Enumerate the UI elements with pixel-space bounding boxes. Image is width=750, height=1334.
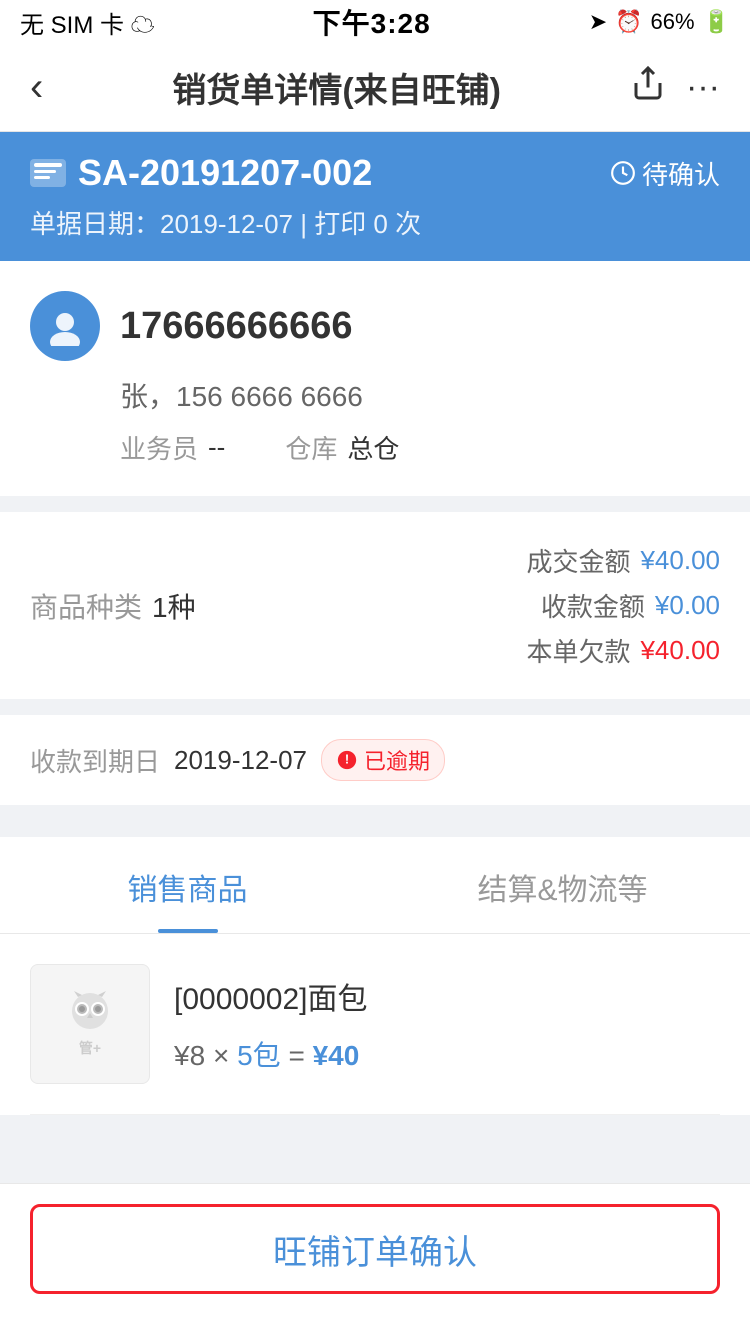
- overdue-text: 已逾期: [364, 744, 430, 776]
- page-title: 销货单详情(来自旺铺): [43, 63, 630, 112]
- customer-meta: 业务员 -- 仓库 总仓: [120, 429, 720, 466]
- transaction-amount-label: 成交金额: [526, 542, 630, 579]
- bottom-bar: 旺铺订单确认: [0, 1183, 750, 1334]
- product-types-value: 1种: [152, 586, 196, 626]
- product-total: ¥40: [313, 1040, 360, 1071]
- customer-phone: 17666666666: [120, 305, 352, 348]
- tab-bar: 销售商品 结算&物流等: [0, 837, 750, 934]
- order-header-banner: SA-20191207-002 待确认 单据日期：2019-12-07 | 打印…: [0, 132, 750, 261]
- transaction-amount-value: ¥40.00: [640, 545, 720, 576]
- divider-2: [0, 699, 750, 715]
- equals-icon: =: [288, 1040, 312, 1071]
- status-right: ➤ ⏰ 66% 🔋: [589, 9, 730, 35]
- warehouse-value: 总仓: [347, 429, 399, 466]
- product-thumbnail: 管+: [30, 964, 150, 1084]
- order-status: 待确认: [610, 155, 720, 192]
- product-qty: 5包: [237, 1040, 281, 1071]
- nav-bar: ‹ 销货单详情(来自旺铺) ···: [0, 44, 750, 132]
- customer-name: 张，156 6666 6666: [120, 375, 720, 415]
- product-list: 管+ [0000002]面包 ¥8 × 5包 = ¥40: [0, 934, 750, 1115]
- confirm-order-button[interactable]: 旺铺订单确认: [30, 1204, 720, 1294]
- received-amount-label: 收款金额: [541, 587, 645, 624]
- more-button[interactable]: ···: [686, 68, 720, 107]
- product-info: [0000002]面包 ¥8 × 5包 = ¥40: [174, 974, 720, 1074]
- back-button[interactable]: ‹: [30, 65, 43, 110]
- tab-settlement[interactable]: 结算&物流等: [375, 837, 750, 933]
- multiply-icon: ×: [213, 1040, 237, 1071]
- divider-1: [0, 496, 750, 512]
- customer-section: 17666666666 张，156 6666 6666 业务员 -- 仓库 总仓: [0, 261, 750, 496]
- status-time: 下午3:28: [313, 2, 431, 42]
- due-date-label: 收款到期日: [30, 742, 160, 779]
- svg-text:!: !: [345, 752, 349, 767]
- summary-section: 商品种类 1种 成交金额 ¥40.00 收款金额 ¥0.00 本单欠款 ¥40.…: [0, 512, 750, 699]
- share-button[interactable]: [630, 65, 666, 110]
- salesperson-label: 业务员: [120, 429, 198, 466]
- battery-icon: 🔋: [703, 9, 730, 35]
- divider-3: [0, 805, 750, 821]
- location-icon: ➤: [589, 9, 607, 35]
- order-date: 单据日期：2019-12-07 | 打印 0 次: [30, 204, 720, 241]
- salesperson-value: --: [208, 432, 225, 463]
- owed-amount-value: ¥40.00: [640, 635, 720, 666]
- product-item: 管+ [0000002]面包 ¥8 × 5包 = ¥40: [30, 934, 720, 1115]
- status-bar: 无 SIM 卡 ☁ 下午3:28 ➤ ⏰ 66% 🔋: [0, 0, 750, 44]
- status-left: 无 SIM 卡 ☁: [20, 5, 155, 40]
- customer-avatar: [30, 291, 100, 361]
- owed-amount-label: 本单欠款: [526, 632, 630, 669]
- warehouse-label: 仓库: [285, 429, 337, 466]
- alarm-icon: ⏰: [615, 9, 642, 35]
- received-amount-value: ¥0.00: [655, 590, 720, 621]
- tab-sales-products[interactable]: 销售商品: [0, 837, 375, 933]
- tab-section: 销售商品 结算&物流等: [0, 821, 750, 1115]
- product-price: ¥8 × 5包 = ¥40: [174, 1034, 720, 1074]
- product-name: [0000002]面包: [174, 974, 720, 1018]
- overdue-badge: ! 已逾期: [321, 739, 445, 781]
- product-types-label: 商品种类: [30, 586, 142, 626]
- order-id: SA-20191207-002: [30, 152, 372, 194]
- no-sim-text: 无 SIM 卡 ☁: [20, 5, 155, 40]
- battery-text: 66%: [651, 9, 695, 35]
- due-date-section: 收款到期日 2019-12-07 ! 已逾期: [0, 715, 750, 805]
- due-date-value: 2019-12-07: [174, 745, 307, 776]
- nav-actions: ···: [630, 65, 720, 110]
